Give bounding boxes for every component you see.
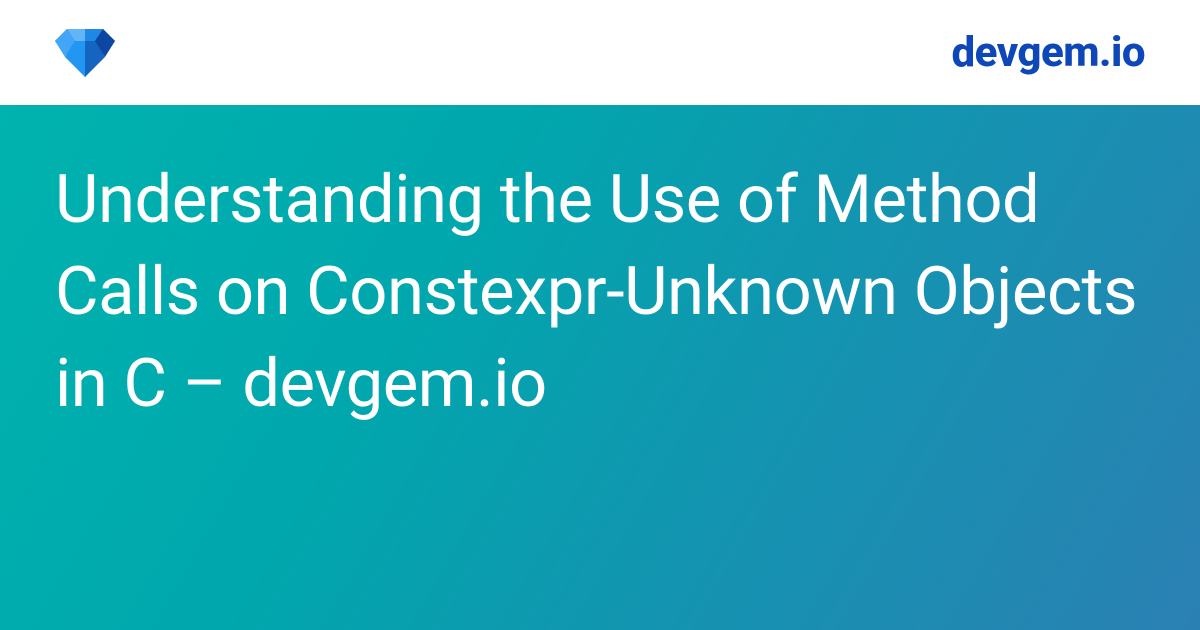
page-title: Understanding the Use of Method Calls on… <box>55 155 1145 430</box>
gem-icon <box>55 29 115 77</box>
header: devgem.io <box>0 0 1200 105</box>
brand-wordmark: devgem.io <box>952 28 1145 77</box>
hero-banner: Understanding the Use of Method Calls on… <box>0 105 1200 630</box>
